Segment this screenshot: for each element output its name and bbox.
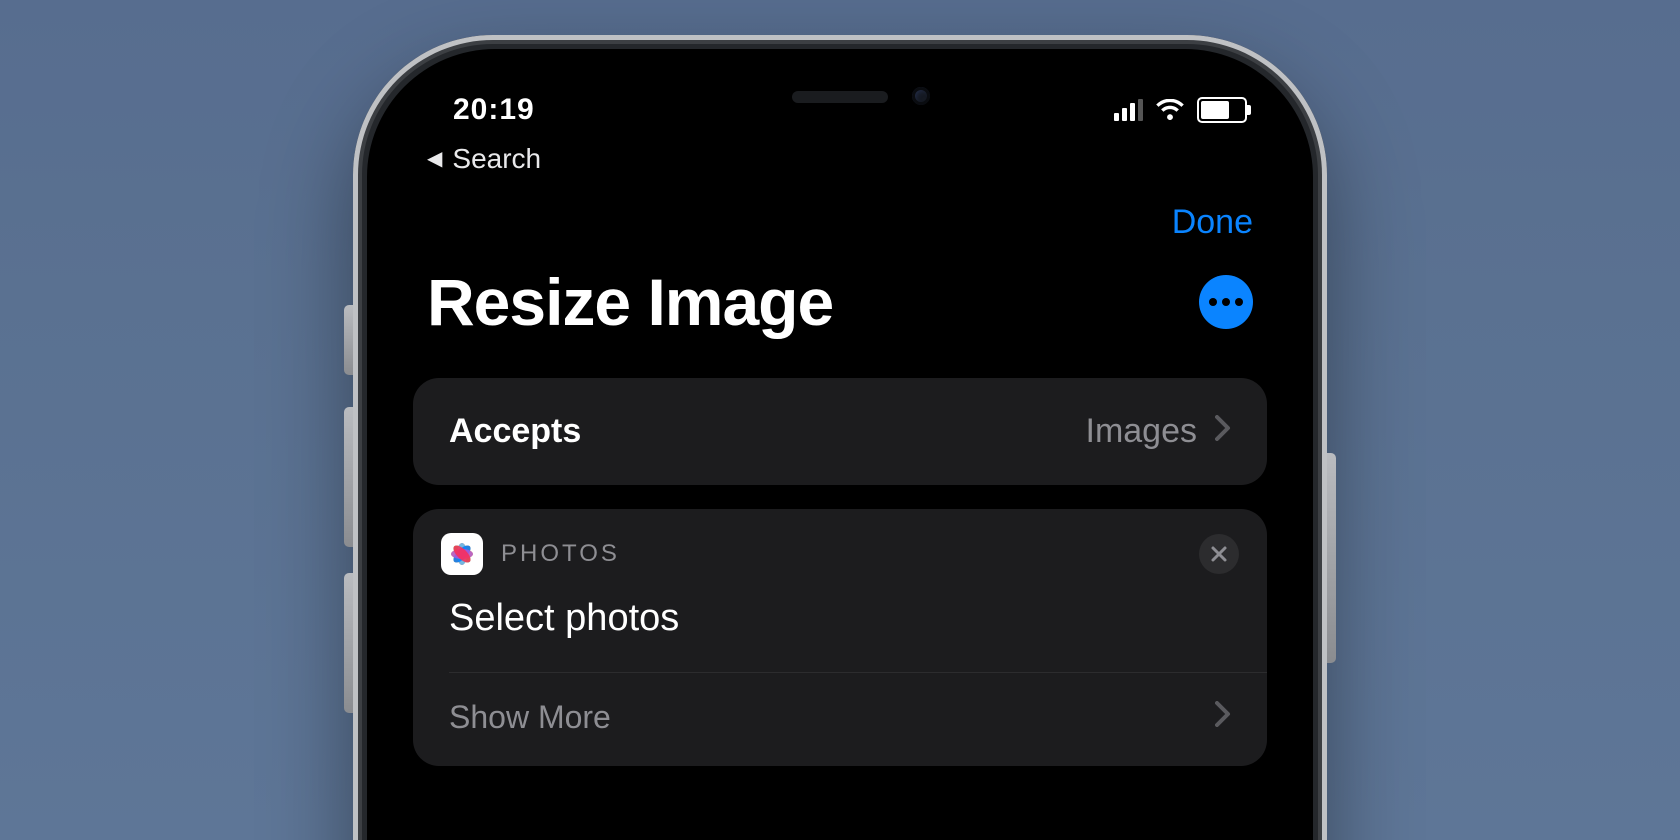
mute-switch	[344, 305, 353, 375]
device-frame: 20:19	[353, 35, 1327, 840]
show-more-label: Show More	[449, 699, 611, 736]
volume-down-button	[344, 573, 353, 713]
action-card-select-photos[interactable]: PHOTOS Select photos Show More	[413, 509, 1267, 766]
device-bezel: 20:19	[367, 49, 1313, 840]
chevron-right-icon	[1215, 415, 1231, 448]
battery-icon	[1197, 97, 1247, 123]
show-more-row[interactable]: Show More	[413, 673, 1267, 766]
action-title: Select photos	[413, 583, 1267, 672]
more-button[interactable]	[1199, 275, 1253, 329]
accepts-value: Images	[1086, 412, 1198, 451]
nav-toolbar: Done	[383, 175, 1297, 246]
remove-action-button[interactable]	[1199, 534, 1239, 574]
screen: 20:19	[383, 65, 1297, 840]
cellular-signal-icon	[1114, 99, 1143, 121]
back-to-search[interactable]: ◀ Search	[383, 143, 1297, 175]
chevron-right-icon	[1215, 701, 1231, 734]
back-label: Search	[452, 143, 541, 175]
accepts-label: Accepts	[449, 412, 581, 451]
volume-up-button	[344, 407, 353, 547]
done-button[interactable]: Done	[1172, 203, 1253, 242]
side-button	[1327, 453, 1336, 663]
page-title: Resize Image	[427, 264, 833, 340]
status-time: 20:19	[433, 93, 535, 127]
action-app-label: PHOTOS	[501, 540, 620, 568]
back-caret-icon: ◀	[427, 146, 442, 171]
wallpaper-backdrop: 20:19	[0, 0, 1680, 840]
status-bar: 20:19	[383, 75, 1297, 145]
accepts-row[interactable]: Accepts Images	[413, 378, 1267, 485]
wifi-icon	[1155, 99, 1185, 121]
photos-app-icon	[441, 533, 483, 575]
